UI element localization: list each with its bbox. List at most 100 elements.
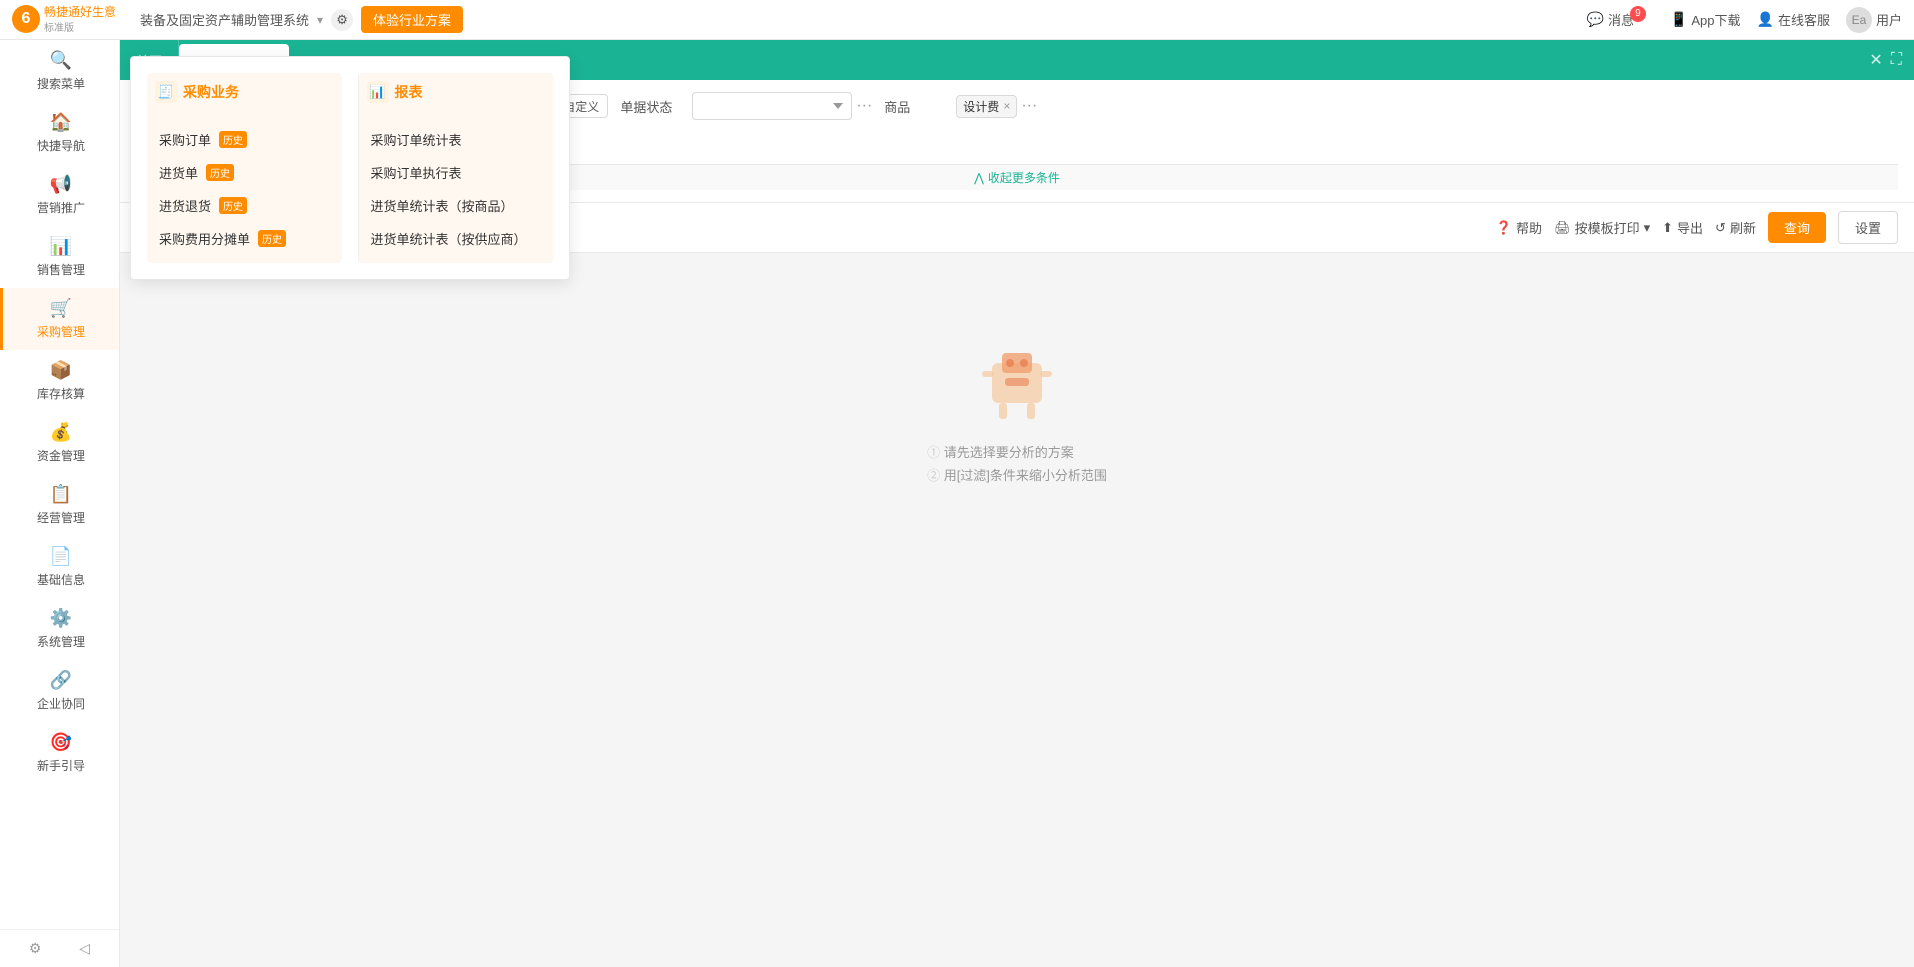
sidebar-label-marketing: 营销推广	[37, 199, 85, 216]
goods-receipt-badge: 历史	[206, 164, 234, 181]
operations-icon: 📋	[50, 484, 72, 505]
marketing-icon: 📢	[50, 174, 72, 195]
system-icon: ⚙️	[50, 608, 72, 629]
search-icon: 🔍	[50, 50, 72, 71]
message-icon: 💬	[1587, 11, 1604, 28]
sidebar-label-guide: 新手引导	[37, 757, 85, 774]
online-service-label: 在线客服	[1778, 10, 1830, 29]
tab-bar-actions: ✕ ⛶	[1869, 50, 1914, 70]
purchase-section-icon: 🧾	[155, 81, 177, 103]
goods-return-badge: 历史	[219, 197, 247, 214]
message-badge: 9	[1630, 6, 1646, 22]
goods-tag-label: 设计费	[963, 98, 999, 115]
export-label: 导出	[1677, 218, 1703, 237]
service-icon: 👤	[1757, 11, 1774, 28]
purchase-business-column: 🧾 采购业务 采购订单 历史 进货单 历史 进货退货 历史 采购费用分摊单 历史	[147, 73, 342, 263]
menu-item-purchase-order-exec[interactable]: 采购订单执行表	[367, 156, 546, 189]
print-dropdown-icon: ▾	[1644, 220, 1651, 236]
menu-item-receipt-by-supplier[interactable]: 进货单统计表（按供应商）	[367, 222, 546, 255]
goods-tag: 设计费 ×	[956, 95, 1017, 118]
purchase-expense-badge: 历史	[258, 230, 286, 247]
settings-btn[interactable]: 设置	[1838, 211, 1898, 244]
logo-sub: 标准版	[44, 19, 116, 34]
doc-status-select[interactable]	[692, 92, 852, 120]
sidebar-item-finance[interactable]: 💰 资金管理	[0, 412, 119, 474]
sidebar-item-sales[interactable]: 📊 销售管理	[0, 226, 119, 288]
report-column: 📊 报表 采购订单统计表 采购订单执行表 进货单统计表（按商品） 进货单统计表（…	[358, 73, 554, 263]
industry-btn[interactable]: 体验行业方案	[361, 6, 463, 33]
purchase-icon: 🛒	[50, 298, 72, 319]
message-item[interactable]: 💬 消息 9	[1587, 10, 1654, 29]
goods-tag-close[interactable]: ×	[1003, 99, 1010, 113]
sidebar-label-sales: 销售管理	[37, 261, 85, 278]
export-btn[interactable]: ⬆ 导出	[1662, 218, 1703, 237]
header-gear-icon[interactable]: ⚙	[331, 9, 353, 31]
doc-status-label: 单据状态	[620, 97, 680, 116]
empty-state: 请先选择要分析的方案 用[过滤]条件来缩小分析范围	[120, 253, 1914, 568]
system-dropdown-btn[interactable]: ▾	[317, 13, 323, 27]
menu-item-purchase-expense[interactable]: 采购费用分摊单 历史	[155, 222, 334, 255]
logo-icon: 6	[12, 5, 40, 33]
goods-selector: 设计费 × ···	[956, 95, 1037, 118]
sidebar-label-finance: 资金管理	[37, 447, 85, 464]
sidebar-item-enterprise[interactable]: 🔗 企业协同	[0, 660, 119, 722]
report-section-title: 📊 报表	[367, 81, 546, 111]
empty-tip-1: 请先选择要分析的方案	[927, 441, 1107, 464]
system-title: 装备及固定资产辅助管理系统	[140, 10, 309, 29]
purchase-order-stat-label: 采购订单统计表	[371, 130, 462, 149]
sidebar-item-quick-nav[interactable]: 🏠 快捷导航	[0, 102, 119, 164]
sidebar-collapse-btn[interactable]: ◁	[79, 940, 90, 957]
purchase-order-label: 采购订单	[159, 130, 211, 149]
export-icon: ⬆	[1662, 220, 1673, 236]
refresh-btn[interactable]: ↺ 刷新	[1715, 218, 1756, 237]
help-btn[interactable]: ❓ 帮助	[1496, 218, 1542, 237]
menu-item-receipt-by-goods[interactable]: 进货单统计表（按商品）	[367, 189, 546, 222]
goods-dots[interactable]: ···	[1021, 97, 1037, 115]
tab-close-all-btn[interactable]: ✕	[1869, 50, 1882, 70]
doc-status-selector: ···	[692, 92, 872, 120]
user-item[interactable]: Ea 用户	[1846, 7, 1902, 33]
collapse-label: 收起更多条件	[988, 169, 1060, 186]
enterprise-icon: 🔗	[50, 670, 72, 691]
app-download-item[interactable]: 📱 App下载	[1670, 10, 1741, 29]
sidebar-item-guide[interactable]: 🎯 新手引导	[0, 722, 119, 784]
sidebar-item-system[interactable]: ⚙️ 系统管理	[0, 598, 119, 660]
doc-status-dots[interactable]: ···	[856, 97, 872, 115]
refresh-label: 刷新	[1730, 218, 1756, 237]
user-label: 用户	[1876, 10, 1902, 29]
sidebar-settings-btn[interactable]: ⚙	[29, 940, 42, 957]
goods-label: 商品	[884, 97, 944, 116]
sidebar-item-marketing[interactable]: 📢 营销推广	[0, 164, 119, 226]
empty-illustration	[967, 333, 1067, 433]
basic-info-icon: 📄	[50, 546, 72, 567]
tab-expand-btn[interactable]: ⛶	[1891, 51, 1902, 69]
menu-item-purchase-order-stat[interactable]: 采购订单统计表	[367, 123, 546, 156]
sidebar-label-search: 搜索菜单	[37, 75, 85, 92]
sidebar: 🔍 搜索菜单 🏠 快捷导航 📢 营销推广 📊 销售管理 🛒 采购管理 📦 库存核…	[0, 40, 120, 967]
purchase-order-exec-label: 采购订单执行表	[371, 163, 462, 182]
report-section-icon: 📊	[367, 81, 389, 103]
report-section-label: 报表	[395, 82, 423, 102]
goods-return-label: 进货退货	[159, 196, 211, 215]
menu-item-purchase-order[interactable]: 采购订单 历史	[155, 123, 334, 156]
sidebar-item-stock[interactable]: 📦 库存核算	[0, 350, 119, 412]
goods-receipt-label: 进货单	[159, 163, 198, 182]
sidebar-item-basic-info[interactable]: 📄 基础信息	[0, 536, 119, 598]
query-btn[interactable]: 查询	[1768, 212, 1826, 243]
sidebar-item-operations[interactable]: 📋 经营管理	[0, 474, 119, 536]
collapse-up-icon: ⋀	[974, 171, 984, 185]
sidebar-label-stock: 库存核算	[37, 385, 85, 402]
header-right: 💬 消息 9 📱 App下载 👤 在线客服 Ea 用户	[1587, 7, 1903, 33]
online-service-item[interactable]: 👤 在线客服	[1757, 10, 1830, 29]
sidebar-item-purchase[interactable]: 🛒 采购管理	[0, 288, 119, 350]
sidebar-item-search[interactable]: 🔍 搜索菜单	[0, 40, 119, 102]
menu-item-goods-receipt[interactable]: 进货单 历史	[155, 156, 334, 189]
menu-item-goods-return[interactable]: 进货退货 历史	[155, 189, 334, 222]
purchase-dropdown-menu: 🧾 采购业务 采购订单 历史 进货单 历史 进货退货 历史 采购费用分摊单 历史…	[130, 56, 570, 280]
print-icon: 🖨	[1554, 220, 1571, 236]
sidebar-label-purchase: 采购管理	[37, 323, 85, 340]
purchase-order-badge: 历史	[219, 131, 247, 148]
logo-text-group: 畅捷通好生意 标准版	[44, 5, 116, 34]
print-btn[interactable]: 🖨 按模板打印 ▾	[1554, 218, 1650, 237]
sidebar-label-enterprise: 企业协同	[37, 695, 85, 712]
